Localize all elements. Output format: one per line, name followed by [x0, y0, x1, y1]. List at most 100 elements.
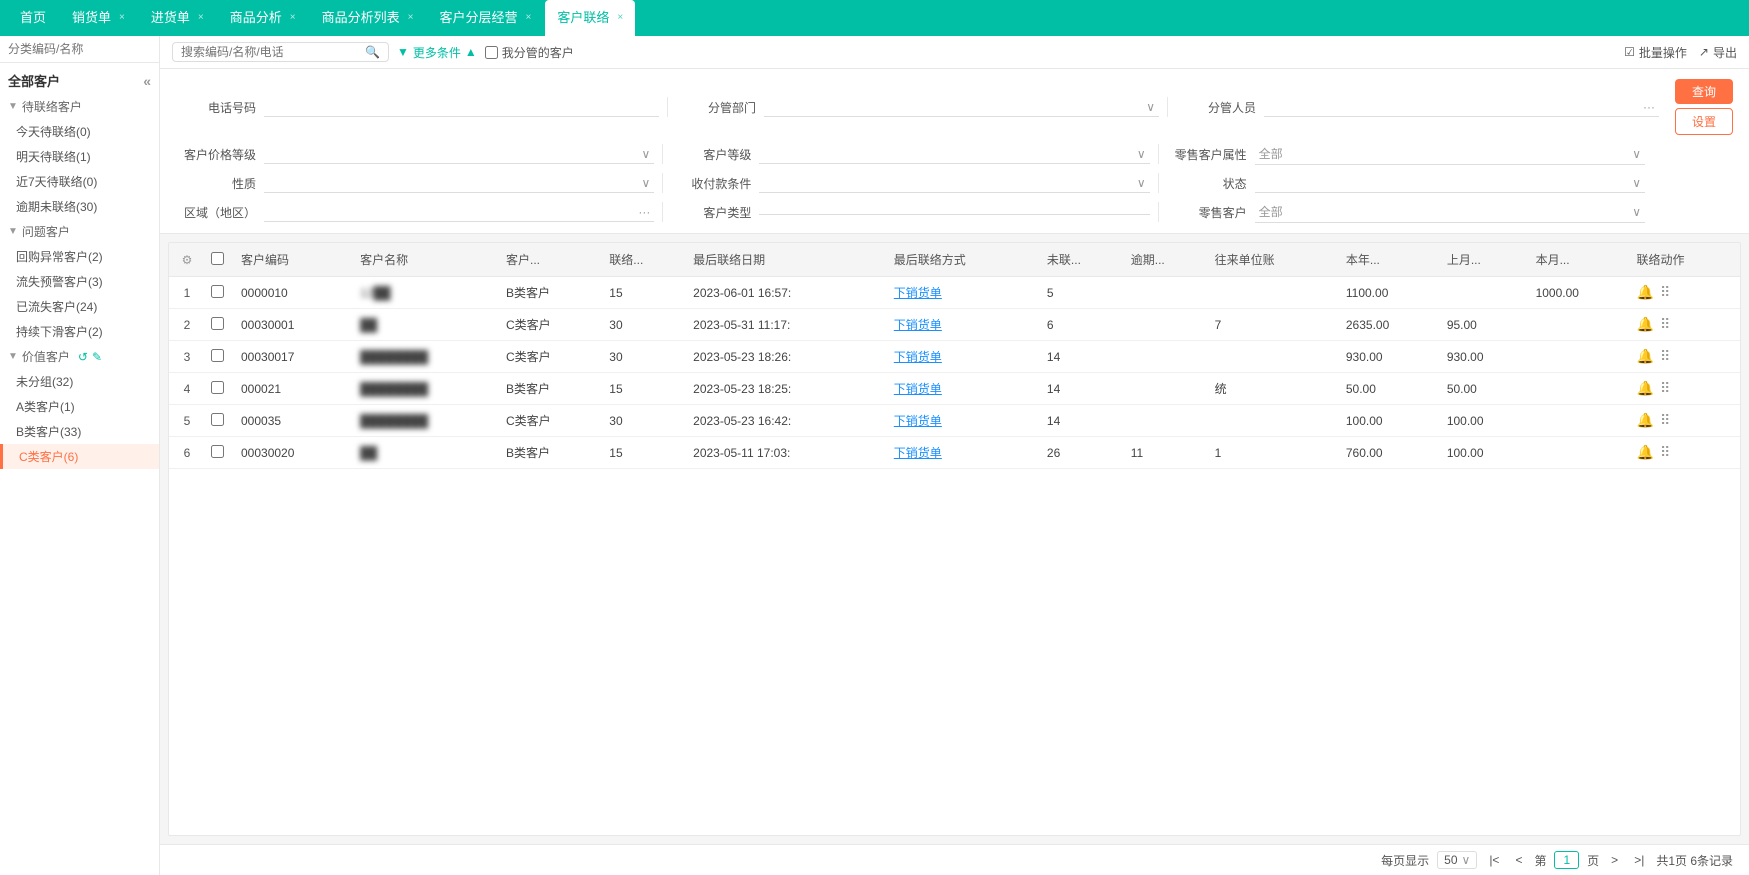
collapse-icon[interactable]: «	[143, 73, 151, 89]
last-method-link[interactable]: 下销货单	[894, 350, 942, 364]
last-method-link[interactable]: 下销货单	[894, 382, 942, 396]
dots-icon[interactable]: ···	[638, 205, 650, 219]
refresh-icon[interactable]: ↺	[78, 350, 88, 364]
sidebar-item-class-a[interactable]: A类客户(1)	[0, 394, 159, 419]
row-this-month	[1530, 341, 1631, 373]
section-value-customers[interactable]: ▼ 价值客户 ↺ ✎	[0, 344, 159, 369]
row-unlisted: 14	[1041, 405, 1125, 437]
query-button[interactable]: 查询	[1675, 79, 1733, 104]
search-input[interactable]	[181, 45, 361, 59]
close-icon[interactable]: ×	[290, 0, 296, 36]
last-method-link[interactable]: 下销货单	[894, 286, 942, 300]
nav-home[interactable]: 首页	[8, 0, 58, 36]
section-pending-contact[interactable]: ▼ 待联络客户	[0, 94, 159, 119]
row-select-checkbox[interactable]	[211, 445, 224, 458]
filter-dept-select[interactable]: ∨	[764, 98, 1159, 117]
dots-icon[interactable]: ···	[1643, 100, 1655, 114]
total-records: 共1页 6条记录	[1656, 852, 1733, 869]
sidebar-search-input[interactable]	[8, 42, 160, 56]
row-select-checkbox[interactable]	[211, 413, 224, 426]
more-icon[interactable]: ⠿	[1660, 412, 1670, 429]
nav-product-analysis[interactable]: 商品分析 ×	[218, 0, 308, 36]
filter-retail-customer-select[interactable]: 全部 ∨	[1255, 201, 1645, 223]
row-checkbox	[205, 341, 235, 373]
more-icon[interactable]: ⠿	[1660, 444, 1670, 461]
chevron-down-icon: ▼	[8, 101, 18, 112]
last-page-btn[interactable]: >|	[1630, 853, 1648, 867]
chevron-down-icon: ∨	[1632, 176, 1641, 190]
nav-purchase[interactable]: 进货单 ×	[139, 0, 216, 36]
sidebar-item-class-b[interactable]: B类客户(33)	[0, 419, 159, 444]
filter-nature-select[interactable]: ∨	[264, 174, 654, 193]
settings-icon[interactable]: ⚙	[182, 253, 193, 267]
close-icon[interactable]: ×	[525, 0, 531, 36]
col-name: 客户名称	[354, 243, 500, 277]
filter-status-select[interactable]: ∨	[1255, 174, 1645, 193]
filter-nature-label: 性质	[176, 175, 256, 192]
row-last-month: 100.00	[1441, 437, 1530, 469]
filter-customer-type-select[interactable]	[759, 210, 1149, 215]
last-method-link[interactable]: 下销货单	[894, 414, 942, 428]
export-btn[interactable]: ↗ 导出	[1699, 44, 1737, 61]
last-method-link[interactable]: 下销货单	[894, 446, 942, 460]
sidebar-item-today[interactable]: 今天待联络(0)	[0, 119, 159, 144]
row-overdue	[1125, 309, 1209, 341]
contact-icon[interactable]: 🔔	[1637, 316, 1654, 333]
sidebar-item-class-c[interactable]: C类客户(6)	[0, 444, 159, 469]
close-icon[interactable]: ×	[408, 0, 414, 36]
last-method-link[interactable]: 下销货单	[894, 318, 942, 332]
section-problem-customers[interactable]: ▼ 问题客户	[0, 219, 159, 244]
setting-button[interactable]: 设置	[1675, 108, 1733, 135]
sidebar-item-unclassified[interactable]: 未分组(32)	[0, 369, 159, 394]
filter-price-select[interactable]: ∨	[264, 145, 654, 164]
select-all-checkbox[interactable]	[211, 252, 224, 265]
next-page-btn[interactable]: >	[1607, 853, 1622, 867]
col-code: 客户编码	[235, 243, 354, 277]
edit-icon[interactable]: ✎	[92, 350, 102, 364]
contact-icon[interactable]: 🔔	[1637, 348, 1654, 365]
more-icon[interactable]: ⠿	[1660, 284, 1670, 301]
sidebar-item-repurchase-anomaly[interactable]: 回购异常客户(2)	[0, 244, 159, 269]
row-select-checkbox[interactable]	[211, 317, 224, 330]
search-icon[interactable]: 🔍	[365, 45, 380, 59]
filter-row-1: 电话号码 分管部门 ∨ 分管人员 ···	[176, 79, 1733, 135]
sidebar-item-overdue[interactable]: 逾期未联络(30)	[0, 194, 159, 219]
row-select-checkbox[interactable]	[211, 285, 224, 298]
prev-page-btn[interactable]: <	[1511, 853, 1526, 867]
page-size-select[interactable]: 50 ∨	[1437, 851, 1477, 869]
nav-product-list[interactable]: 商品分析列表 ×	[310, 0, 426, 36]
sidebar-item-declining[interactable]: 持续下滑客户(2)	[0, 319, 159, 344]
close-icon[interactable]: ×	[119, 0, 125, 36]
more-icon[interactable]: ⠿	[1660, 348, 1670, 365]
filter-manager-select[interactable]: ···	[1264, 98, 1659, 117]
batch-ops-btn[interactable]: ☑ 批量操作	[1624, 44, 1687, 61]
first-page-btn[interactable]: |<	[1485, 853, 1503, 867]
row-contact: 30	[603, 341, 687, 373]
nav-sales[interactable]: 销货单 ×	[60, 0, 137, 36]
filter-retail-attr-select[interactable]: 全部 ∨	[1255, 143, 1645, 165]
filter-btn[interactable]: ▼ 更多条件 ▲	[397, 44, 477, 61]
filter-area-select[interactable]: ···	[264, 203, 654, 222]
filter-level-select[interactable]: ∨	[759, 145, 1149, 164]
contact-icon[interactable]: 🔔	[1637, 412, 1654, 429]
close-icon[interactable]: ×	[617, 0, 623, 36]
sidebar-item-tomorrow[interactable]: 明天待联络(1)	[0, 144, 159, 169]
contact-icon[interactable]: 🔔	[1637, 284, 1654, 301]
my-customers-checkbox-label[interactable]: 我分管的客户	[485, 44, 574, 61]
row-select-checkbox[interactable]	[211, 381, 224, 394]
contact-icon[interactable]: 🔔	[1637, 444, 1654, 461]
nav-customer-contact[interactable]: 客户联络 ×	[545, 0, 635, 36]
filter-phone-input[interactable]	[264, 98, 659, 117]
close-icon[interactable]: ×	[198, 0, 204, 36]
sidebar-item-7days[interactable]: 近7天待联络(0)	[0, 169, 159, 194]
more-icon[interactable]: ⠿	[1660, 380, 1670, 397]
filter-payment-select[interactable]: ∨	[759, 174, 1149, 193]
all-customers-header[interactable]: 全部客户 «	[0, 63, 159, 94]
sidebar-item-churned[interactable]: 已流失客户(24)	[0, 294, 159, 319]
my-customers-checkbox[interactable]	[485, 46, 498, 59]
nav-customer-tier[interactable]: 客户分层经营 ×	[427, 0, 543, 36]
row-select-checkbox[interactable]	[211, 349, 224, 362]
sidebar-item-churn-warning[interactable]: 流失预警客户(3)	[0, 269, 159, 294]
contact-icon[interactable]: 🔔	[1637, 380, 1654, 397]
more-icon[interactable]: ⠿	[1660, 316, 1670, 333]
